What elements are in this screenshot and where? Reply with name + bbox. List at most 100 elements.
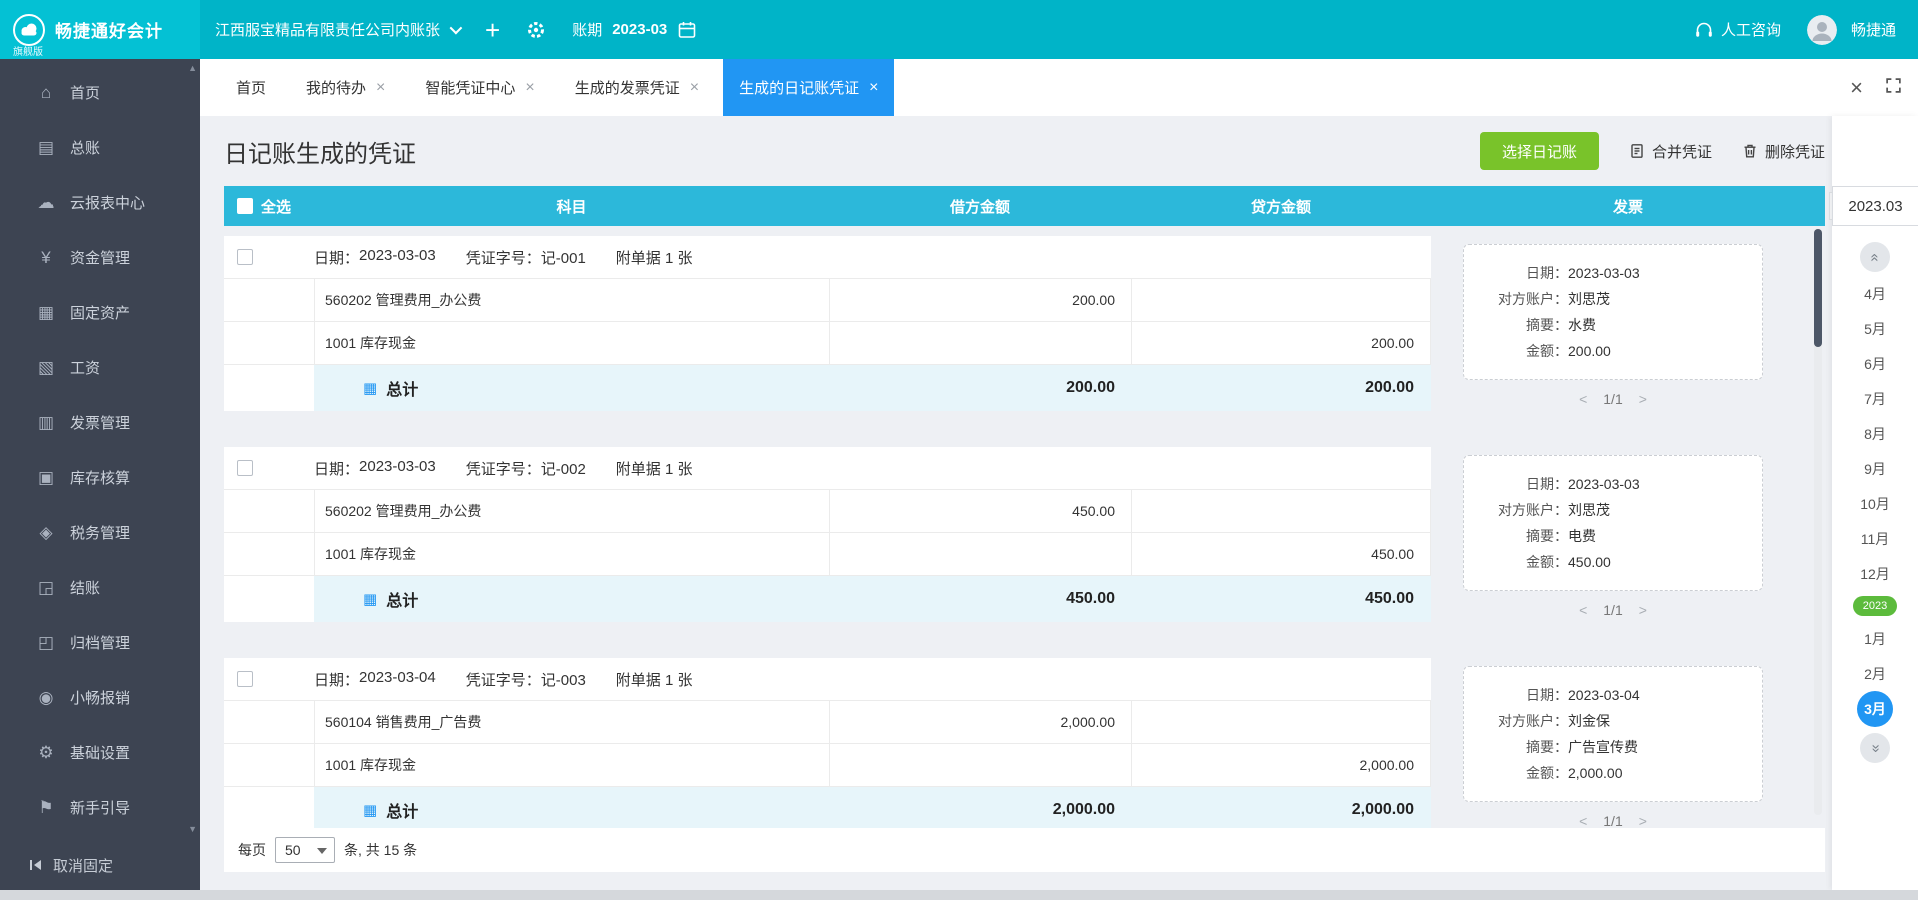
calendar-icon[interactable] [677,20,697,40]
tab-close-icon[interactable]: × [376,80,385,96]
sidebar-item-archive[interactable]: ◰归档管理 [0,615,200,670]
month-item[interactable]: 6月 [1845,346,1905,381]
fullscreen-icon[interactable] [1885,77,1902,99]
month-scroll-up-button[interactable]: « [1860,242,1890,272]
company-selector[interactable]: 江西服宝精品有限责任公司内账张 [215,19,459,40]
voucher-checkbox[interactable] [237,671,253,687]
tab-todo[interactable]: 我的待办× [290,59,401,116]
sidebar-item-closing[interactable]: ◲结账 [0,560,200,615]
pager-prev-icon[interactable]: < [1579,813,1587,828]
sidebar-item-reimburse[interactable]: ◉小畅报销 [0,670,200,725]
invoice-card[interactable]: 日期：2023-03-03 对方账户：刘思茂 摘要：水费 金额：200.00 [1463,244,1763,380]
sidebar-item-funds[interactable]: ¥资金管理 [0,230,200,285]
month-item[interactable]: 12月 [1845,556,1905,591]
table-row[interactable]: 1001 库存现金 450.00 [224,533,1431,576]
merge-voucher-button[interactable]: 合并凭证 [1629,141,1712,162]
sidebar-item-home[interactable]: ⌂首页 [0,65,200,120]
tab-close-icon[interactable]: × [525,80,534,96]
invoice-summary-label: 摘要： [1478,737,1568,757]
sidebar-item-fixed-assets[interactable]: ▦固定资产 [0,285,200,340]
total-debit: 200.00 [829,365,1131,411]
close-tabs-icon[interactable]: × [1850,77,1863,99]
month-item[interactable]: 9月 [1845,451,1905,486]
sidebar-item-tax[interactable]: ◈税务管理 [0,505,200,560]
month-item[interactable]: 8月 [1845,416,1905,451]
total-row: ▦总计 200.00 200.00 [224,365,1431,411]
sidebar-scroll-down-icon[interactable]: ▼ [188,824,197,834]
sidebar-item-general-ledger[interactable]: ▤总账 [0,120,200,175]
period-value[interactable]: 2023-03 [612,21,667,38]
pager-next-icon[interactable]: > [1639,391,1647,407]
select-all-label[interactable]: 全选 [261,196,291,217]
row-subject: 1001 库存现金 [314,744,829,786]
pager-prev-icon[interactable]: < [1579,391,1587,407]
delete-voucher-button[interactable]: 删除凭证 [1742,141,1825,162]
table-row[interactable]: 1001 库存现金 200.00 [224,322,1431,365]
cloud-report-icon: ☁ [36,193,56,213]
month-item[interactable]: 4月 [1845,276,1905,311]
sidebar-item-payroll[interactable]: ▧工资 [0,340,200,395]
unpin-button[interactable]: 取消固定 [0,842,200,888]
tab-journal-voucher[interactable]: 生成的日记账凭证× [723,59,894,116]
month-item[interactable]: 5月 [1845,311,1905,346]
current-period-box[interactable]: 2023.03 [1832,186,1918,226]
unpin-label: 取消固定 [53,855,113,876]
pager-info: 1/1 [1603,602,1622,618]
gear-icon[interactable] [526,20,546,40]
invoice-amount: 450.00 [1568,552,1611,572]
username[interactable]: 畅捷通 [1851,19,1896,40]
invoice-card[interactable]: 日期：2023-03-03 对方账户：刘思茂 摘要：电费 金额：450.00 [1463,455,1763,591]
voucher-no: 记-001 [541,247,586,268]
voucher-group: 日期：2023-03-04 凭证字号：记-003 附单据 1 张 560104 … [224,658,1825,828]
table-row[interactable]: 560202 管理费用_办公费 450.00 [224,490,1431,533]
sidebar-item-inventory[interactable]: ▣库存核算 [0,450,200,505]
month-item-active[interactable]: 3月 [1857,691,1893,727]
month-scroll-down-button[interactable]: « [1860,733,1890,763]
add-button[interactable]: + [485,17,500,43]
voucher-info-row: 日期：2023-03-03 凭证字号：记-002 附单据 1 张 [224,447,1431,490]
sidebar-item-invoice[interactable]: ▥发票管理 [0,395,200,450]
date-label: 日期： [314,247,359,268]
invoice-card[interactable]: 日期：2023-03-04 对方账户：刘金保 摘要：广告宣传费 金额：2,000… [1463,666,1763,802]
tab-home[interactable]: 首页 [220,59,282,116]
month-item[interactable]: 2月 [1845,656,1905,691]
tab-close-icon[interactable]: × [869,80,878,96]
support-button[interactable]: 人工咨询 [1694,19,1781,40]
total-row: ▦总计 450.00 450.00 [224,576,1431,622]
chevron-up-icon: « [1867,253,1884,261]
pager-next-icon[interactable]: > [1639,813,1647,828]
table-row[interactable]: 1001 库存现金 2,000.00 [224,744,1431,787]
tab-invoice-voucher[interactable]: 生成的发票凭证× [559,59,715,116]
sidebar-scroll-up-icon[interactable]: ▲ [188,63,197,73]
month-item[interactable]: 1月 [1845,621,1905,656]
pager-prev-icon[interactable]: < [1579,602,1587,618]
voucher-checkbox[interactable] [237,249,253,265]
total-count-label: 条, 共 15 条 [344,840,417,860]
month-item[interactable]: 7月 [1845,381,1905,416]
table-row[interactable]: 560202 管理费用_办公费 200.00 [224,279,1431,322]
scrollbar-thumb[interactable] [1814,229,1822,347]
pager-next-icon[interactable]: > [1639,602,1647,618]
app-logo[interactable]: 畅捷通好会计 旗舰版 [0,0,200,59]
sidebar-item-membership[interactable]: ◇好会员 [0,835,200,842]
tab-smart-voucher[interactable]: 智能凭证中心× [409,59,550,116]
sidebar-item-cloud-reports[interactable]: ☁云报表中心 [0,175,200,230]
voucher-checkbox[interactable] [237,460,253,476]
per-page-select[interactable]: 50 [275,837,335,863]
support-label: 人工咨询 [1721,19,1781,40]
sidebar-item-label: 首页 [70,82,100,103]
vertical-scrollbar[interactable] [1814,229,1822,815]
month-item[interactable]: 10月 [1845,486,1905,521]
sidebar-item-guide[interactable]: ⚑新手引导 [0,780,200,835]
sidebar-item-settings[interactable]: ⚙基础设置 [0,725,200,780]
horizontal-scrollbar[interactable] [0,890,1918,900]
voucher-date: 2023-03-04 [359,669,436,690]
table-row[interactable]: 560104 销售费用_广告费 2,000.00 [224,701,1431,744]
select-journal-button[interactable]: 选择日记账 [1480,132,1599,170]
column-subject: 科目 [314,196,829,217]
select-all-checkbox[interactable] [237,198,253,214]
tab-close-icon[interactable]: × [690,80,699,96]
avatar[interactable] [1807,15,1837,45]
month-item[interactable]: 11月 [1845,521,1905,556]
total-credit: 450.00 [1131,576,1431,622]
